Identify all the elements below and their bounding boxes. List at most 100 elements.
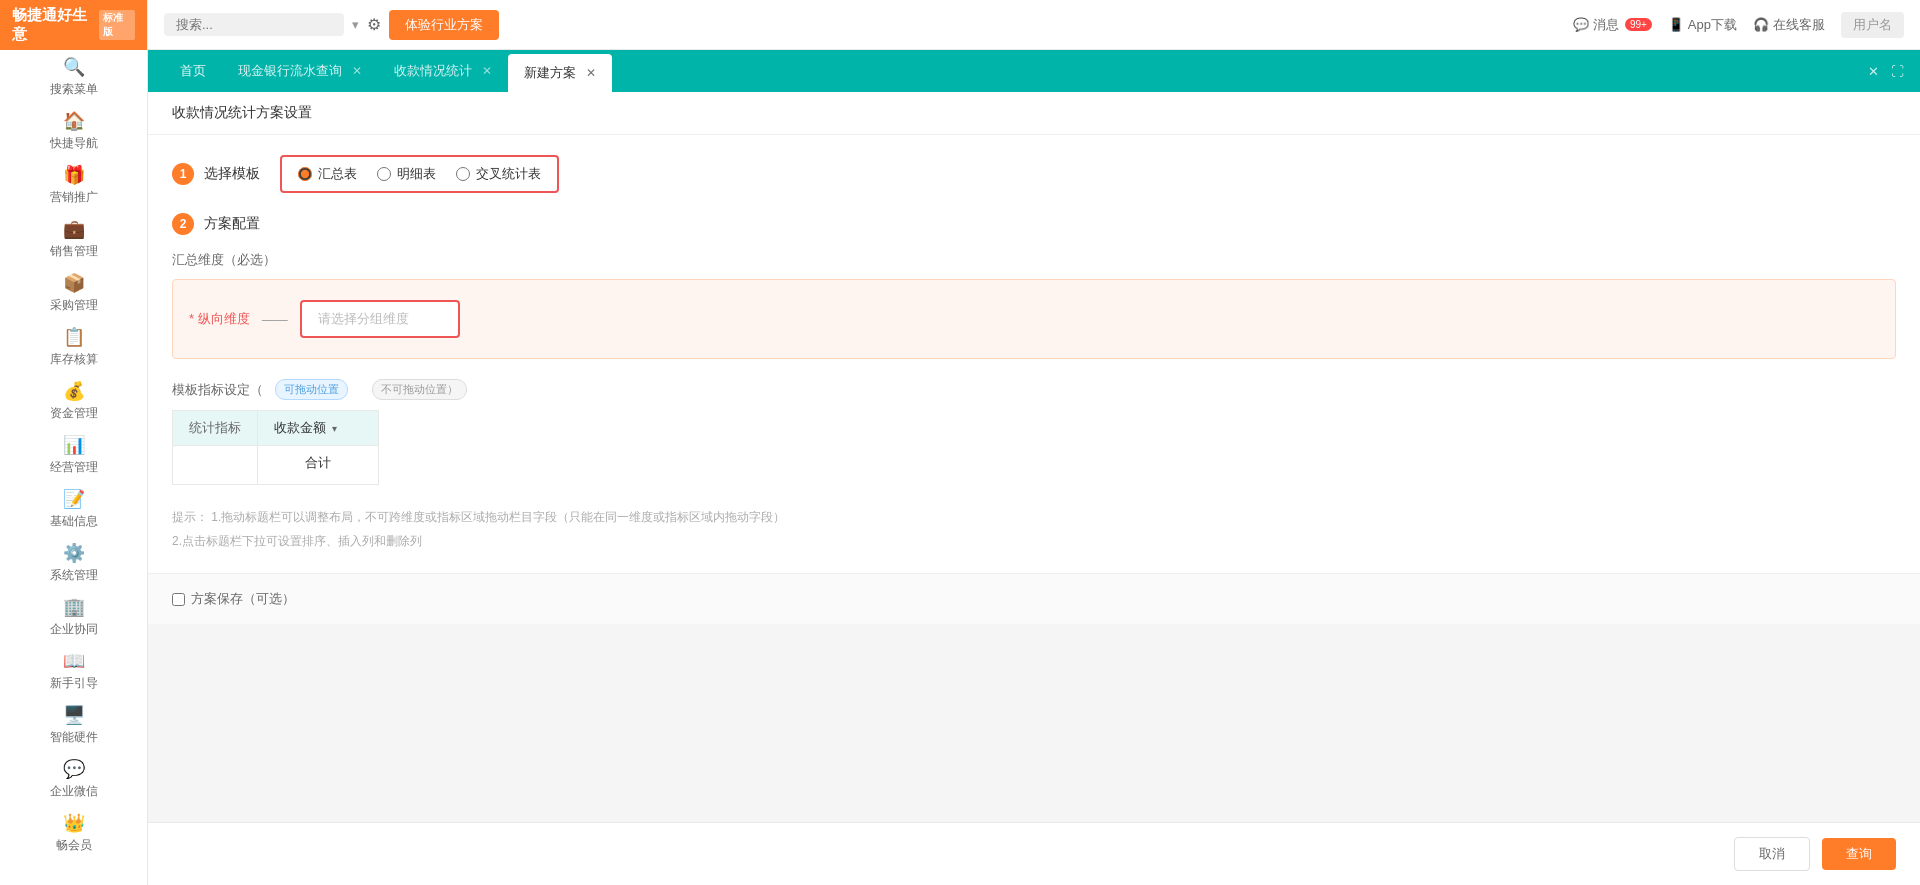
tab-collection[interactable]: 收款情况统计 ✕ <box>378 50 508 92</box>
sidebar-item-wechat[interactable]: 💬 企业微信 <box>0 752 147 806</box>
sidebar-item-label: 企业微信 <box>50 783 98 800</box>
tab-collection-close[interactable]: ✕ <box>482 64 492 78</box>
step1-number: 1 <box>172 163 194 185</box>
hardware-icon: 🖥️ <box>63 704 85 726</box>
sidebar-item-label: 搜索菜单 <box>50 81 98 98</box>
step2-row: 2 方案配置 <box>172 213 1896 235</box>
metrics-amount-column: 收款金额 ▾ 合计 <box>258 411 378 484</box>
app-tag: 标准版 <box>99 10 135 40</box>
sidebar-item-operations[interactable]: 📊 经营管理 <box>0 428 147 482</box>
metrics-amount-header[interactable]: 收款金额 ▾ <box>258 411 378 446</box>
tab-bar-right: ✕ ⛶ <box>1868 64 1904 79</box>
wechat-icon: 💬 <box>63 758 85 780</box>
sidebar-item-system[interactable]: ⚙️ 系统管理 <box>0 536 147 590</box>
dimension-selector[interactable]: 请选择分组维度 <box>300 300 460 338</box>
sidebar-item-newbie[interactable]: 📖 新手引导 <box>0 644 147 698</box>
radio-cross-input[interactable] <box>456 167 470 181</box>
main-area: ▾ ⚙ 体验行业方案 💬 消息 99+ 📱 App下载 🎧 在线客服 用户名 首… <box>148 0 1920 885</box>
sidebar-item-label: 基础信息 <box>50 513 98 530</box>
user-avatar[interactable]: 用户名 <box>1841 12 1904 38</box>
sidebar-item-marketing[interactable]: 🎁 营销推广 <box>0 158 147 212</box>
message-badge: 99+ <box>1625 18 1652 31</box>
purchase-icon: 📦 <box>63 272 85 294</box>
tab-cashflow[interactable]: 现金银行流水查询 ✕ <box>222 50 378 92</box>
sidebar-item-label: 企业协同 <box>50 621 98 638</box>
sidebar-item-inventory[interactable]: 📋 库存核算 <box>0 320 147 374</box>
sidebar-item-label: 新手引导 <box>50 675 98 692</box>
cancel-button[interactable]: 取消 <box>1734 837 1810 871</box>
sidebar-item-sales[interactable]: 💼 销售管理 <box>0 212 147 266</box>
support-button[interactable]: 🎧 在线客服 <box>1753 16 1825 34</box>
tab-collection-label: 收款情况统计 <box>394 62 472 80</box>
metrics-header: 模板指标设定（ 可拖动位置 不可拖动位置） <box>172 379 1896 400</box>
sidebar-item-enterprise[interactable]: 🏢 企业协同 <box>0 590 147 644</box>
sidebar-item-purchase[interactable]: 📦 采购管理 <box>0 266 147 320</box>
page-title: 收款情况统计方案设置 <box>172 104 312 120</box>
download-button[interactable]: 📱 App下载 <box>1668 16 1737 34</box>
tab-home-label: 首页 <box>180 62 206 80</box>
radio-cross[interactable]: 交叉统计表 <box>456 165 541 183</box>
vertical-dimension-label: * 纵向维度 <box>189 310 250 328</box>
metrics-amount-label: 收款金额 <box>274 419 326 437</box>
tab-home[interactable]: 首页 <box>164 50 222 92</box>
save-checkbox-label[interactable]: 方案保存（可选） <box>172 590 295 608</box>
metrics-amount-cell: 合计 <box>258 446 378 480</box>
download-label: App下载 <box>1688 16 1737 34</box>
save-section: 方案保存（可选） <box>148 573 1920 624</box>
metrics-title: 模板指标设定（ <box>172 381 263 399</box>
settings-icon[interactable]: ⚙ <box>367 15 381 34</box>
dropdown-icon[interactable]: ▾ <box>352 17 359 32</box>
tab-expand-icon[interactable]: ⛶ <box>1891 64 1904 79</box>
draggable-tag: 可拖动位置 <box>275 379 348 400</box>
system-icon: ⚙️ <box>63 542 85 564</box>
metrics-grid-row: 统计指标 收款金额 ▾ 合计 <box>173 411 378 484</box>
sidebar-item-search[interactable]: 🔍 搜索菜单 <box>0 50 147 104</box>
message-icon: 💬 <box>1573 17 1589 32</box>
tip2: 2.点击标题栏下拉可设置排序、插入列和删除列 <box>172 529 1896 553</box>
metrics-section: 模板指标设定（ 可拖动位置 不可拖动位置） 统计指标 收款金额 <box>172 379 1896 485</box>
radio-summary-input[interactable] <box>298 167 312 181</box>
save-label: 方案保存（可选） <box>191 590 295 608</box>
sidebar-item-vip[interactable]: 👑 畅会员 <box>0 806 147 860</box>
tab-close-all-icon[interactable]: ✕ <box>1868 64 1879 79</box>
step2-label: 方案配置 <box>204 215 260 233</box>
sidebar-item-label: 畅会员 <box>56 837 92 854</box>
sidebar-item-label: 销售管理 <box>50 243 98 260</box>
tab-cashflow-close[interactable]: ✕ <box>352 64 362 78</box>
search-menu-icon: 🔍 <box>63 56 85 78</box>
query-button[interactable]: 查询 <box>1822 838 1896 870</box>
tab-cashflow-label: 现金银行流水查询 <box>238 62 342 80</box>
radio-summary[interactable]: 汇总表 <box>298 165 357 183</box>
enterprise-icon: 🏢 <box>63 596 85 618</box>
finance-icon: 💰 <box>63 380 85 402</box>
sidebar-item-label: 库存核算 <box>50 351 98 368</box>
gift-icon: 🎁 <box>63 164 85 186</box>
step1-row: 1 选择模板 汇总表 明细表 交叉统计表 <box>172 155 1896 193</box>
sidebar-item-hardware[interactable]: 🖥️ 智能硬件 <box>0 698 147 752</box>
sidebar-item-label: 经营管理 <box>50 459 98 476</box>
page-header: 收款情况统计方案设置 <box>148 92 1920 135</box>
template-options: 汇总表 明细表 交叉统计表 <box>280 155 559 193</box>
tip1: 提示： 1.拖动标题栏可以调整布局，不可跨维度或指标区域拖动栏目字段（只能在同一… <box>172 505 1896 529</box>
sidebar: 畅捷通好生意 标准版 🔍 搜索菜单 🏠 快捷导航 🎁 营销推广 💼 销售管理 📦… <box>0 0 148 885</box>
dimension-section: 汇总维度（必选） * 纵向维度 —— 请选择分组维度 <box>172 251 1896 359</box>
message-label: 消息 <box>1593 16 1619 34</box>
metrics-stat-cell <box>173 446 258 484</box>
dimension-box: * 纵向维度 —— 请选择分组维度 <box>172 279 1896 359</box>
sidebar-item-finance[interactable]: 💰 资金管理 <box>0 374 147 428</box>
radio-detail[interactable]: 明细表 <box>377 165 436 183</box>
radio-detail-input[interactable] <box>377 167 391 181</box>
save-checkbox[interactable] <box>172 593 185 606</box>
home-icon: 🏠 <box>63 110 85 132</box>
trial-button[interactable]: 体验行业方案 <box>389 10 499 40</box>
app-name: 畅捷通好生意 <box>12 6 95 44</box>
radio-detail-label: 明细表 <box>397 165 436 183</box>
tab-newplan[interactable]: 新建方案 ✕ <box>508 54 612 92</box>
sidebar-item-label: 采购管理 <box>50 297 98 314</box>
message-button[interactable]: 💬 消息 99+ <box>1573 16 1652 34</box>
metrics-dropdown-icon[interactable]: ▾ <box>332 423 337 434</box>
sidebar-item-nav[interactable]: 🏠 快捷导航 <box>0 104 147 158</box>
tab-newplan-close[interactable]: ✕ <box>586 66 596 80</box>
breadcrumb-search[interactable] <box>164 13 344 36</box>
sidebar-item-basic[interactable]: 📝 基础信息 <box>0 482 147 536</box>
